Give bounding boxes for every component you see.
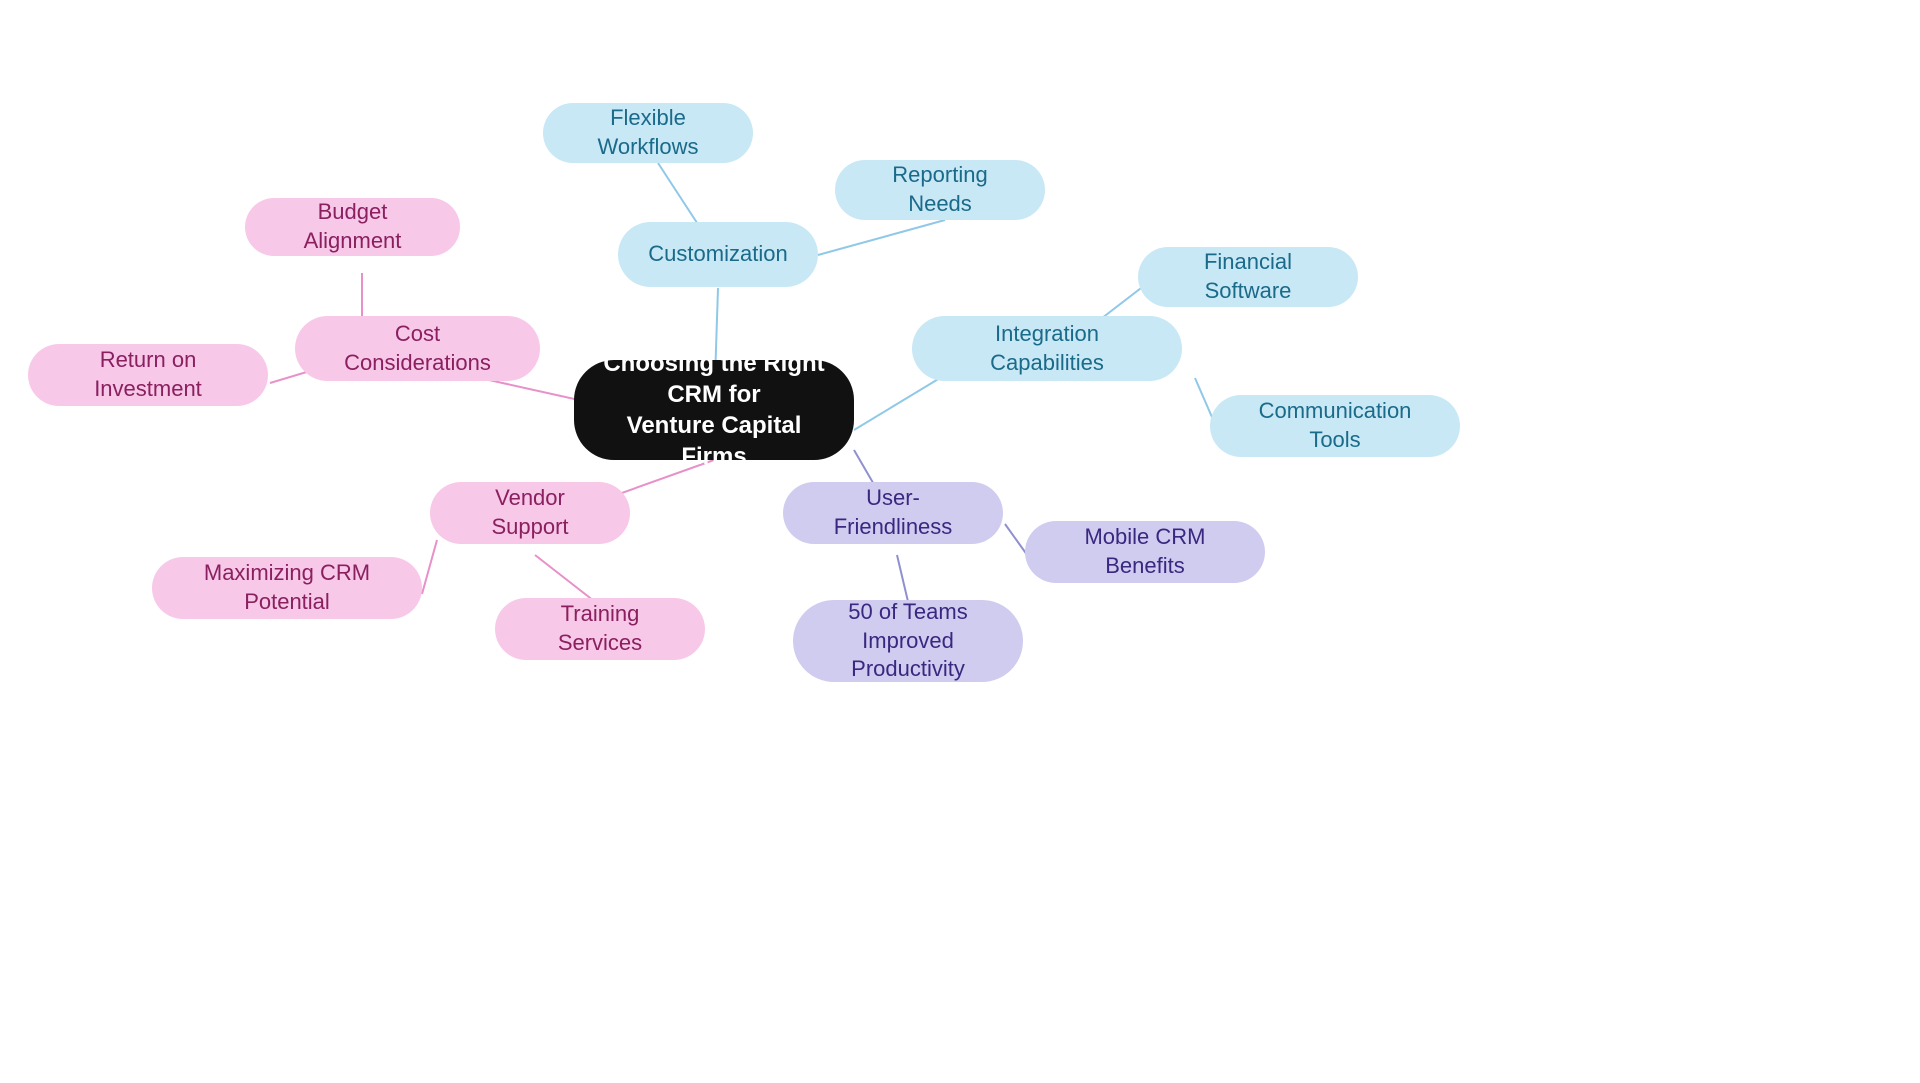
node-training-services: Training Services — [495, 598, 705, 660]
node-maximizing-crm: Maximizing CRM Potential — [152, 557, 422, 619]
node-flexible-workflows: Flexible Workflows — [543, 103, 753, 163]
node-customization: Customization — [618, 222, 818, 287]
node-reporting-needs: Reporting Needs — [835, 160, 1045, 220]
center-node: Choosing the Right CRM for Venture Capit… — [574, 360, 854, 460]
node-cost-considerations: Cost Considerations — [295, 316, 540, 381]
node-return-on-investment: Return on Investment — [28, 344, 268, 406]
node-vendor-support: Vendor Support — [430, 482, 630, 544]
node-mobile-crm: Mobile CRM Benefits — [1025, 521, 1265, 583]
node-budget-alignment: Budget Alignment — [245, 198, 460, 256]
node-integration-capabilities: Integration Capabilities — [912, 316, 1182, 381]
node-user-friendliness: User-Friendliness — [783, 482, 1003, 544]
node-communication-tools: Communication Tools — [1210, 395, 1460, 457]
node-teams-productivity: 50 of Teams Improved Productivity — [793, 600, 1023, 682]
node-financial-software: Financial Software — [1138, 247, 1358, 307]
